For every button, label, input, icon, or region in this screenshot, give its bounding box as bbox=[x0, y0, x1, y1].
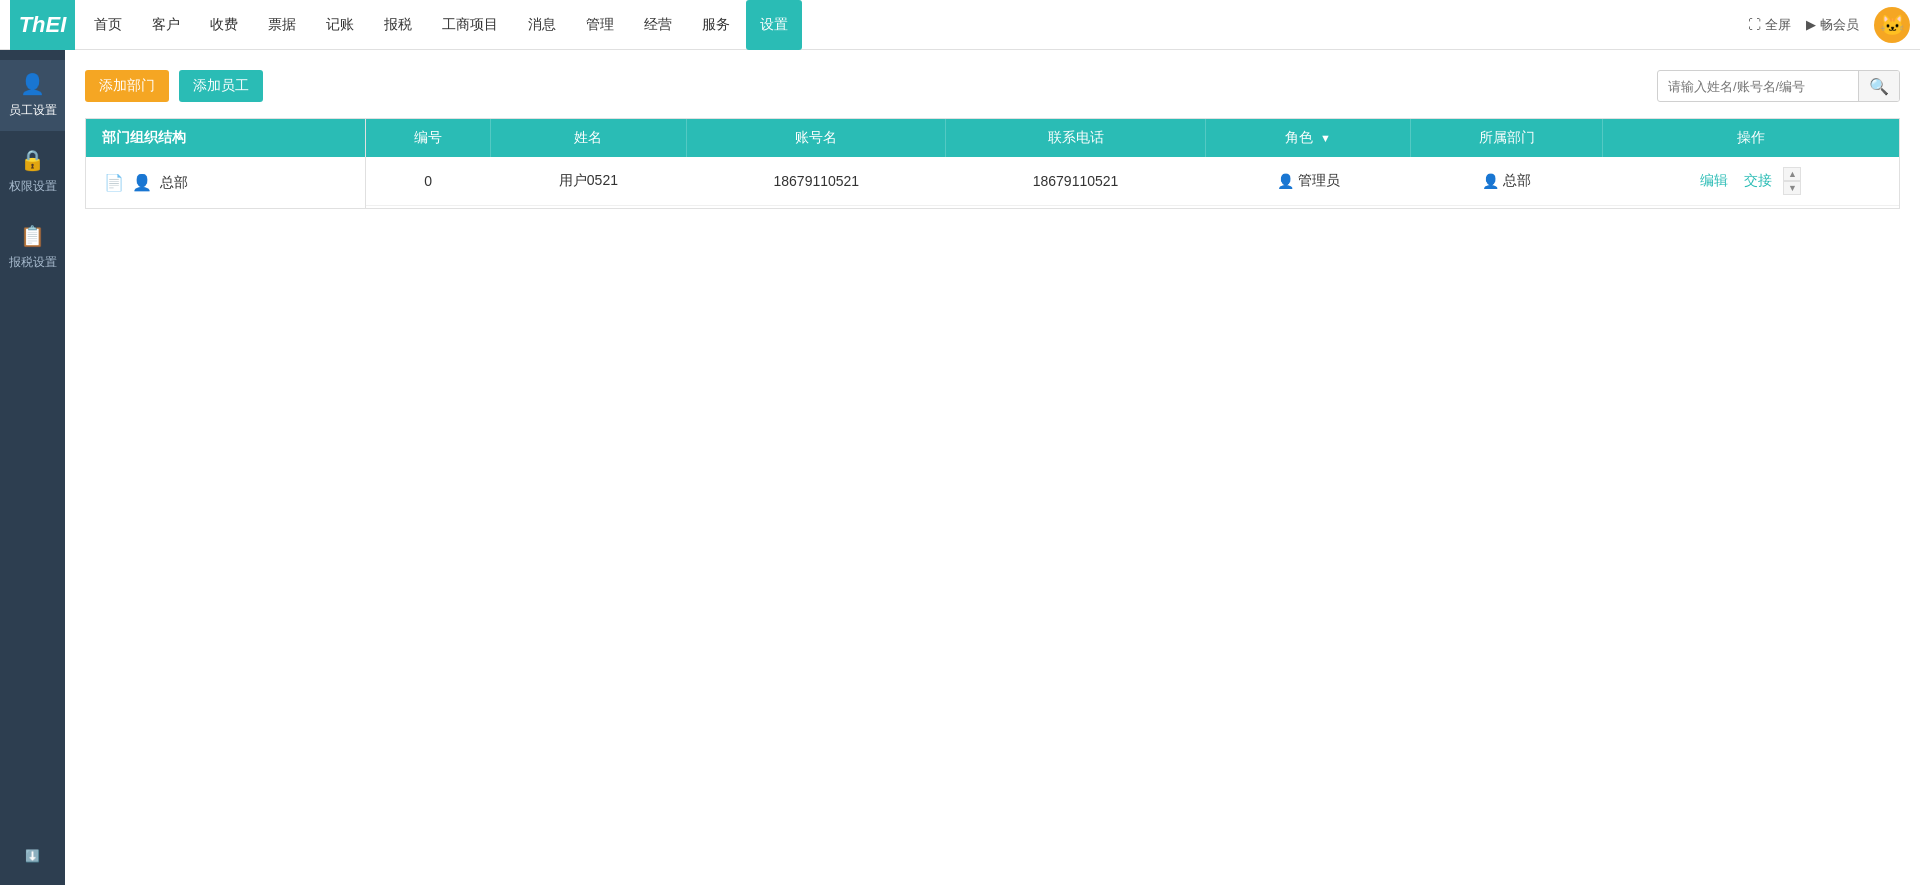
vip-icon: ▶ bbox=[1806, 17, 1816, 32]
fullscreen-button[interactable]: ⛶ 全屏 bbox=[1748, 16, 1791, 34]
scroll-down-button[interactable]: ▼ bbox=[1783, 181, 1801, 195]
logo[interactable]: ThEI bbox=[10, 0, 75, 50]
sidebar: 👤 员工设置 🔒 权限设置 📋 报税设置 ⬇️ bbox=[0, 50, 65, 885]
dept-label: 总部 bbox=[1503, 172, 1531, 190]
search-box: 🔍 bbox=[1657, 70, 1900, 102]
role-filter-icon[interactable]: ▼ bbox=[1320, 132, 1331, 144]
nav-item-票据[interactable]: 票据 bbox=[254, 0, 310, 50]
file-icon: 📄 bbox=[104, 173, 124, 192]
col-dept: 所属部门 bbox=[1411, 119, 1603, 157]
add-dept-button[interactable]: 添加部门 bbox=[85, 70, 169, 102]
col-account: 账号名 bbox=[687, 119, 946, 157]
dept-panel: 部门组织结构 📄 👤 总部 bbox=[86, 119, 366, 208]
nav-item-客户[interactable]: 客户 bbox=[138, 0, 194, 50]
search-input[interactable] bbox=[1658, 79, 1858, 94]
cell-dept: 👤 总部 bbox=[1411, 157, 1603, 206]
sidebar-item-label: 权限设置 bbox=[9, 178, 57, 195]
nav-item-经营[interactable]: 经营 bbox=[630, 0, 686, 50]
sidebar-icon: 👤 bbox=[20, 72, 45, 96]
table-header: 编号 姓名 账号名 联系电话 角色 ▼ 所属部门 操作 bbox=[366, 119, 1899, 157]
download-icon: ⬇️ bbox=[25, 849, 40, 863]
logo-icon: ThEI bbox=[19, 12, 67, 38]
dept-panel-header: 部门组织结构 bbox=[86, 119, 365, 157]
nav-item-记账[interactable]: 记账 bbox=[312, 0, 368, 50]
nav-item-首页[interactable]: 首页 bbox=[80, 0, 136, 50]
dept-person-icon: 👤 bbox=[132, 173, 152, 192]
sidebar-icon: 🔒 bbox=[20, 148, 45, 172]
employee-panel: 编号 姓名 账号名 联系电话 角色 ▼ 所属部门 操作 0 用户0521 186… bbox=[366, 119, 1899, 208]
nav-item-工商项目[interactable]: 工商项目 bbox=[428, 0, 512, 50]
employee-table: 编号 姓名 账号名 联系电话 角色 ▼ 所属部门 操作 0 用户0521 186… bbox=[366, 119, 1899, 206]
nav-right: ⛶ 全屏 ▶ 畅会员 🐱 bbox=[1748, 7, 1910, 43]
fullscreen-label: 全屏 bbox=[1765, 16, 1791, 34]
nav-item-管理[interactable]: 管理 bbox=[572, 0, 628, 50]
cell-id: 0 bbox=[366, 157, 490, 206]
vip-button[interactable]: ▶ 畅会员 bbox=[1806, 16, 1859, 34]
col-phone: 联系电话 bbox=[946, 119, 1205, 157]
sidebar-bottom-button[interactable]: ⬇️ bbox=[0, 837, 65, 875]
col-id: 编号 bbox=[366, 119, 490, 157]
vip-label: 畅会员 bbox=[1820, 16, 1859, 34]
dept-icon: 👤 bbox=[1482, 173, 1499, 189]
table-row: 0 用户0521 18679110521 18679110521 👤 管理员 👤… bbox=[366, 157, 1899, 206]
cell-role: 👤 管理员 bbox=[1205, 157, 1411, 206]
dept-tree: 📄 👤 总部 bbox=[86, 157, 365, 208]
nav-item-服务[interactable]: 服务 bbox=[688, 0, 744, 50]
cell-phone: 18679110521 bbox=[946, 157, 1205, 206]
dept-node-root[interactable]: 📄 👤 总部 bbox=[96, 167, 355, 198]
toolbar: 添加部门 添加员工 🔍 bbox=[85, 70, 1900, 102]
dept-node-label: 总部 bbox=[160, 174, 188, 192]
sidebar-icon: 📋 bbox=[20, 224, 45, 248]
nav-item-消息[interactable]: 消息 bbox=[514, 0, 570, 50]
sidebar-item-员工设置[interactable]: 👤 员工设置 bbox=[0, 60, 65, 131]
cell-account: 18679110521 bbox=[687, 157, 946, 206]
scroll-up-button[interactable]: ▲ bbox=[1783, 167, 1801, 181]
col-role: 角色 ▼ bbox=[1205, 119, 1411, 157]
sidebar-item-权限设置[interactable]: 🔒 权限设置 bbox=[0, 136, 65, 207]
main-content: 添加部门 添加员工 🔍 部门组织结构 📄 👤 总部 bbox=[65, 50, 1920, 885]
nav-items: 首页客户收费票据记账报税工商项目消息管理经营服务设置 bbox=[80, 0, 1748, 49]
content-area: 部门组织结构 📄 👤 总部 编号 姓名 账号名 bbox=[85, 118, 1900, 209]
col-name: 姓名 bbox=[490, 119, 687, 157]
col-action: 操作 bbox=[1602, 119, 1899, 157]
sidebar-item-label: 员工设置 bbox=[9, 102, 57, 119]
fullscreen-icon: ⛶ bbox=[1748, 17, 1761, 32]
cell-actions: 编辑 交接 ▲ ▼ bbox=[1602, 157, 1899, 206]
sidebar-item-报税设置[interactable]: 📋 报税设置 bbox=[0, 212, 65, 283]
role-label: 管理员 bbox=[1298, 172, 1340, 190]
top-nav: ThEI 首页客户收费票据记账报税工商项目消息管理经营服务设置 ⛶ 全屏 ▶ 畅… bbox=[0, 0, 1920, 50]
search-button[interactable]: 🔍 bbox=[1858, 70, 1899, 102]
app-body: 👤 员工设置 🔒 权限设置 📋 报税设置 ⬇️ 添加部门 添加员工 🔍 部门组织结构 📄 👤 bbox=[0, 50, 1920, 885]
transfer-link[interactable]: 交接 bbox=[1744, 172, 1772, 188]
table-body: 0 用户0521 18679110521 18679110521 👤 管理员 👤… bbox=[366, 157, 1899, 206]
edit-link[interactable]: 编辑 bbox=[1700, 172, 1728, 188]
sidebar-item-label: 报税设置 bbox=[9, 254, 57, 271]
nav-item-设置[interactable]: 设置 bbox=[746, 0, 802, 50]
add-employee-button[interactable]: 添加员工 bbox=[179, 70, 263, 102]
cell-name: 用户0521 bbox=[490, 157, 687, 206]
nav-item-收费[interactable]: 收费 bbox=[196, 0, 252, 50]
nav-item-报税[interactable]: 报税 bbox=[370, 0, 426, 50]
user-avatar[interactable]: 🐱 bbox=[1874, 7, 1910, 43]
role-icon: 👤 bbox=[1277, 173, 1294, 189]
